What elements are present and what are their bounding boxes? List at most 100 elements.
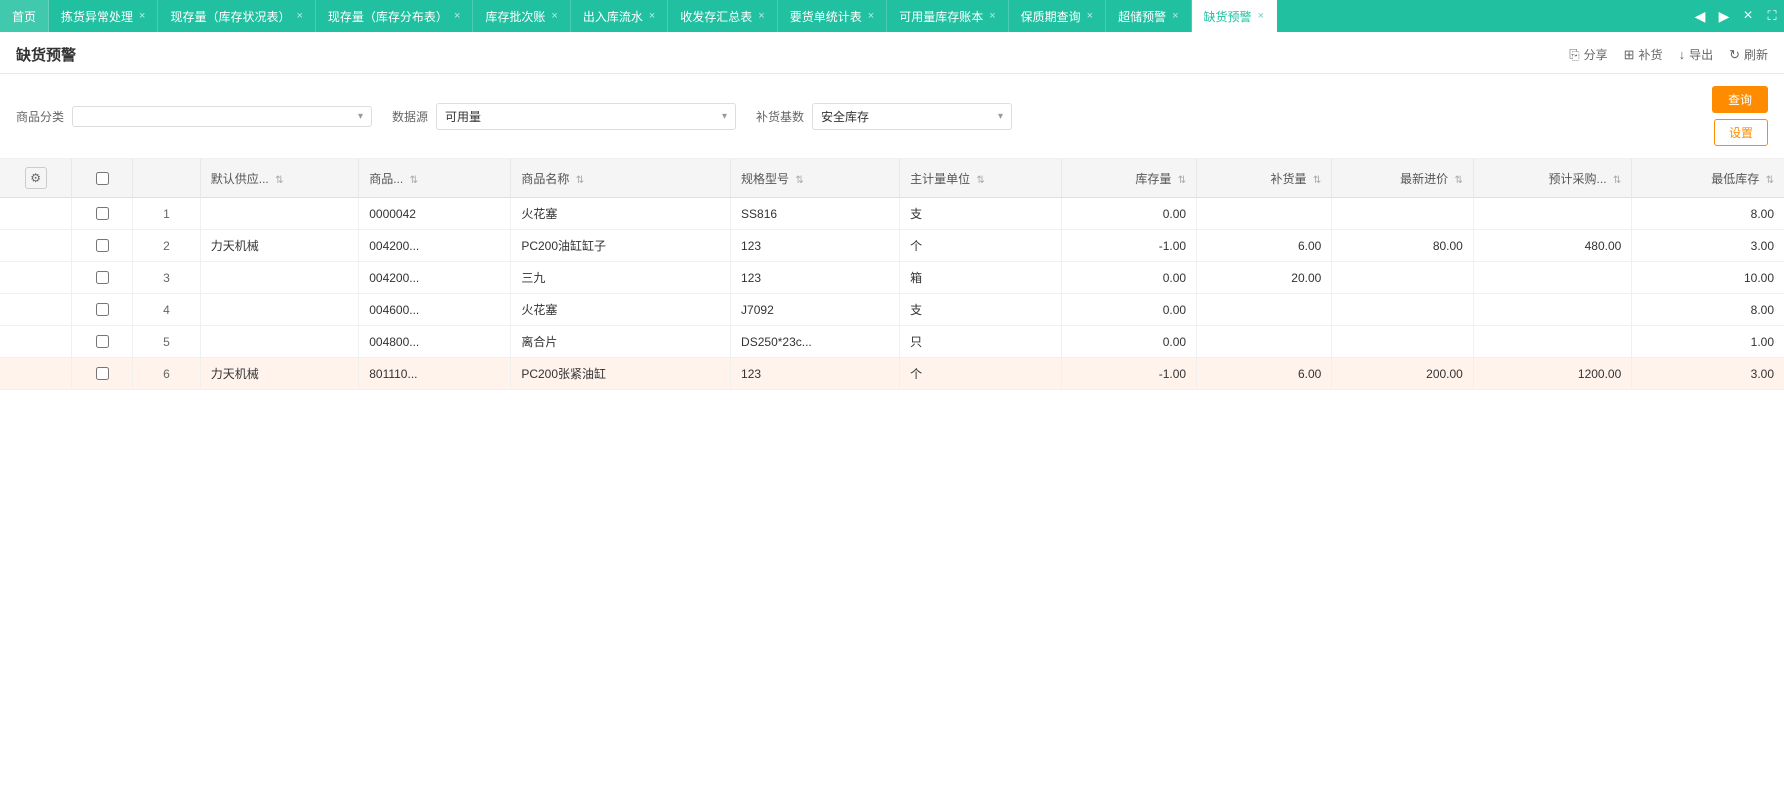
tab-demand-stats[interactable]: 要货单统计表× xyxy=(778,0,887,32)
col-header-supplier[interactable]: 默认供应... ⇅ xyxy=(200,159,358,198)
row-latest-price xyxy=(1332,262,1474,294)
settings-button[interactable]: 设置 xyxy=(1714,119,1768,146)
row-latest-price: 200.00 xyxy=(1332,358,1474,390)
row-supplier xyxy=(200,294,358,326)
datasource-select-value: 可用量 xyxy=(445,108,481,125)
page-content: 缺货预警 ⎘ 分享 ⊞ 补货 ↓ 导出 ↻ 刷新 商品分类 xyxy=(0,32,1784,796)
tab-close-proc-exception[interactable]: × xyxy=(139,10,145,22)
col-unit-label: 主计量单位 xyxy=(910,172,970,186)
row-code: 004800... xyxy=(359,326,511,358)
tab-inventory-dist[interactable]: 现存量（库存分布表）× xyxy=(316,0,473,32)
col-header-code[interactable]: 商品... ⇅ xyxy=(359,159,511,198)
tab-close-receive-summary[interactable]: × xyxy=(758,10,764,22)
row-supplier xyxy=(200,262,358,294)
row-settings-cell xyxy=(0,294,72,326)
tab-receive-summary[interactable]: 收发存汇总表× xyxy=(668,0,777,32)
query-button[interactable]: 查询 xyxy=(1712,86,1768,113)
row-name: 火花塞 xyxy=(511,294,731,326)
col-code-label: 商品... xyxy=(369,172,403,186)
tab-overstock[interactable]: 超储预警× xyxy=(1106,0,1191,32)
category-select-arrow-icon: ▾ xyxy=(358,111,363,122)
col-price-label: 最新进价 xyxy=(1400,172,1448,186)
datasource-select[interactable]: 可用量 ▾ xyxy=(436,103,736,130)
row-replenish: 6.00 xyxy=(1197,358,1332,390)
replenish-button[interactable]: ⊞ 补货 xyxy=(1624,46,1663,63)
col-header-estimate[interactable]: 预计采购... ⇅ xyxy=(1473,159,1631,198)
share-button[interactable]: ⎘ 分享 xyxy=(1569,46,1607,63)
tab-available-ledger[interactable]: 可用量库存账本× xyxy=(887,0,1008,32)
col-header-settings[interactable]: ⚙ xyxy=(0,159,72,198)
table-row: 5004800...离合片DS250*23c...只0.001.00 xyxy=(0,326,1784,358)
col-header-unit[interactable]: 主计量单位 ⇅ xyxy=(900,159,1062,198)
select-all-checkbox[interactable] xyxy=(96,172,109,185)
row-replenish xyxy=(1197,294,1332,326)
row-spec: 123 xyxy=(731,262,900,294)
col-header-stock[interactable]: 库存量 ⇅ xyxy=(1061,159,1196,198)
tab-close-expiry-query[interactable]: × xyxy=(1087,10,1093,22)
col-supplier-label: 默认供应... xyxy=(211,172,269,186)
tab-expiry-query[interactable]: 保质期查询× xyxy=(1009,0,1106,32)
page-title: 缺货预警 xyxy=(16,44,76,65)
col-replenish-sort-icon: ⇅ xyxy=(1313,175,1321,186)
tab-proc-exception[interactable]: 拣货异常处理× xyxy=(49,0,158,32)
tab-close-shortage[interactable]: × xyxy=(1258,10,1264,22)
header-actions: ⎘ 分享 ⊞ 补货 ↓ 导出 ↻ 刷新 xyxy=(1569,46,1768,63)
col-header-num xyxy=(133,159,201,198)
replenish-base-select[interactable]: 安全库存 ▾ xyxy=(812,103,1012,130)
row-checkbox[interactable] xyxy=(96,271,109,284)
col-header-name[interactable]: 商品名称 ⇅ xyxy=(511,159,731,198)
col-name-sort-icon: ⇅ xyxy=(576,175,584,186)
row-num: 2 xyxy=(133,230,201,262)
row-checkbox[interactable] xyxy=(96,207,109,220)
category-select[interactable]: ▾ xyxy=(72,106,372,127)
row-settings-cell xyxy=(0,262,72,294)
tab-close-available-ledger[interactable]: × xyxy=(989,10,995,22)
col-min-stock-label: 最低库存 xyxy=(1711,172,1759,186)
column-settings-icon[interactable]: ⚙ xyxy=(25,167,47,189)
tab-inout-flow[interactable]: 出入库流水× xyxy=(571,0,668,32)
row-unit: 只 xyxy=(900,326,1062,358)
tab-batch-account[interactable]: 库存批次账× xyxy=(473,0,570,32)
tab-close-demand-stats[interactable]: × xyxy=(868,10,874,22)
row-checkbox[interactable] xyxy=(96,239,109,252)
replenish-base-label: 补货基数 xyxy=(756,108,804,125)
row-stock: 0.00 xyxy=(1061,198,1196,230)
tab-close-all[interactable]: × xyxy=(1736,0,1760,32)
row-name: PC200油缸缸子 xyxy=(511,230,731,262)
row-estimate-purchase xyxy=(1473,294,1631,326)
row-replenish xyxy=(1197,326,1332,358)
row-checkbox[interactable] xyxy=(96,335,109,348)
col-header-price[interactable]: 最新进价 ⇅ xyxy=(1332,159,1474,198)
tab-nav-next[interactable]: ▶ xyxy=(1712,0,1736,32)
col-header-min-stock[interactable]: 最低库存 ⇅ xyxy=(1632,159,1784,198)
row-checkbox[interactable] xyxy=(96,367,109,380)
tab-close-inventory-dist[interactable]: × xyxy=(454,10,460,22)
category-filter-group: 商品分类 ▾ xyxy=(16,106,372,127)
row-checkbox[interactable] xyxy=(96,303,109,316)
tab-close-overstock[interactable]: × xyxy=(1172,10,1178,22)
filter-actions: 查询 设置 xyxy=(1712,86,1768,146)
tab-close-inventory-status[interactable]: × xyxy=(296,10,302,22)
tab-fullscreen[interactable]: ⛶ xyxy=(1760,0,1784,32)
tab-nav-prev[interactable]: ◀ xyxy=(1688,0,1712,32)
col-header-replenish[interactable]: 补货量 ⇅ xyxy=(1197,159,1332,198)
row-num: 1 xyxy=(133,198,201,230)
row-supplier xyxy=(200,198,358,230)
tab-shortage[interactable]: 缺货预警× xyxy=(1192,0,1277,32)
col-price-sort-icon: ⇅ xyxy=(1454,175,1462,186)
col-estimate-sort-icon: ⇅ xyxy=(1613,175,1621,186)
row-name: 火花塞 xyxy=(511,198,731,230)
tab-close-inout-flow[interactable]: × xyxy=(649,10,655,22)
tab-home[interactable]: 首页 xyxy=(0,0,49,32)
tab-close-batch-account[interactable]: × xyxy=(551,10,557,22)
col-header-spec[interactable]: 规格型号 ⇅ xyxy=(731,159,900,198)
replenish-base-select-value: 安全库存 xyxy=(821,108,869,125)
row-unit: 个 xyxy=(900,230,1062,262)
table-container: ⚙ 默认供应... ⇅ 商品... ⇅ xyxy=(0,159,1784,390)
refresh-button[interactable]: ↻ 刷新 xyxy=(1729,46,1768,63)
row-num: 5 xyxy=(133,326,201,358)
col-spec-sort-icon: ⇅ xyxy=(795,175,803,186)
tab-inventory-status[interactable]: 现存量（库存状况表）× xyxy=(158,0,315,32)
export-button[interactable]: ↓ 导出 xyxy=(1679,46,1714,63)
row-min-stock: 3.00 xyxy=(1632,358,1784,390)
